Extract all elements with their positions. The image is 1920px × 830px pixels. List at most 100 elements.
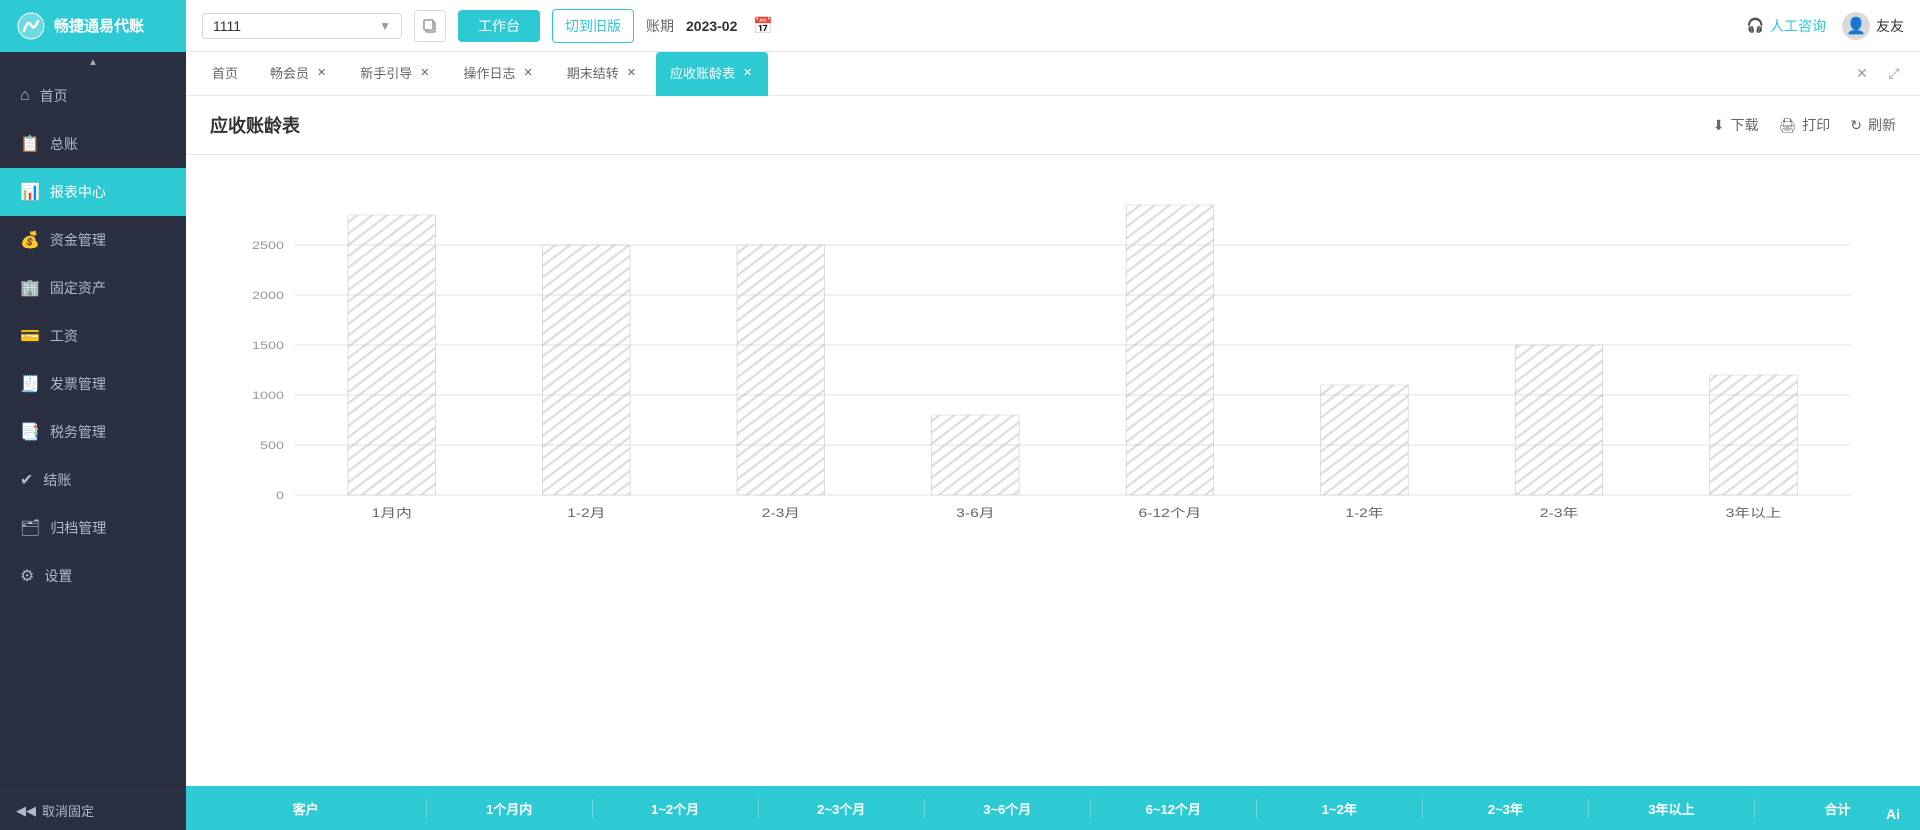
sidebar-item-首页[interactable]: ⌂ 首页 [0, 72, 186, 120]
chart-container: 05001000150020002500 1月内1-2月2-3月3-6月6-12… [186, 155, 1920, 786]
sidebar-icon: 📑 [20, 422, 40, 442]
svg-text:0: 0 [276, 489, 284, 502]
cancel-fixed-label: 取消固定 [42, 801, 94, 820]
svg-text:2-3月: 2-3月 [762, 506, 800, 520]
tab-label: 应收账龄表 [670, 63, 735, 82]
svg-text:3-6月: 3-6月 [956, 506, 994, 520]
consult-button[interactable]: 🎧 人工咨询 [1747, 16, 1826, 36]
ai-badge[interactable]: Ai [1866, 798, 1920, 830]
copy-button[interactable] [414, 10, 446, 42]
sidebar-icon: 🗂 [20, 518, 40, 538]
svg-text:1-2月: 1-2月 [567, 506, 605, 520]
bar-chart: 05001000150020002500 1月内1-2月2-3月3-6月6-12… [216, 175, 1890, 555]
print-button[interactable]: 🖨 打印 [1778, 115, 1830, 135]
expand-tab-button[interactable]: ⤢ [1880, 60, 1908, 88]
workbench-button[interactable]: 工作台 [458, 10, 540, 42]
tab-首页[interactable]: 首页 [198, 52, 252, 96]
content-area: 首页畅会员✕ 新手引导 ✕ 操作日志 ✕ 期末结转 ✕ 应收账龄表 ✕ ✕ ⤢ 应收账龄表 ⬇ … [186, 52, 1920, 830]
sidebar-item-发票管理[interactable]: 🧾 发票管理 [0, 360, 186, 408]
sidebar-icon: 📋 [20, 134, 40, 154]
tabs-right: ✕ ⤢ [1848, 60, 1908, 88]
tab-畅会员[interactable]: 畅会员✕ [256, 52, 342, 96]
tab-close-icon[interactable]: ✕ [418, 66, 431, 79]
page-content: 应收账龄表 ⬇ 下载 🖨 打印 ↻ 刷新 [186, 96, 1920, 830]
tab-label: 期末结转 [567, 63, 619, 82]
sidebar-item-固定资产[interactable]: 🏢 固定资产 [0, 264, 186, 312]
print-label: 打印 [1802, 115, 1830, 135]
th-3~6个月: 3~6个月 [925, 799, 1091, 818]
svg-text:6-12个月: 6-12个月 [1139, 506, 1202, 520]
period-value: 2023-02 [686, 18, 737, 34]
tab-close-icon[interactable]: ✕ [522, 66, 535, 79]
download-icon: ⬇ [1713, 117, 1725, 134]
sidebar-label: 归档管理 [50, 518, 106, 538]
headset-icon: 🎧 [1747, 17, 1764, 34]
sidebar-item-工资[interactable]: 💳工资 [0, 312, 186, 360]
sidebar-item-报表中心[interactable]: 📊报表中心 [0, 168, 186, 216]
print-icon: 🖨 [1778, 117, 1796, 134]
sidebar-nav: ⌂ 首页 📋 总账 📊报表中心💰资金管理 🏢 固定资产 💳工资 🧾 发票管理 📑 税务管理 ✔结账 🗂 归档… [0, 72, 186, 600]
tab-label: 操作日志 [463, 63, 515, 82]
company-selector[interactable]: 1111 ▼ [202, 13, 402, 39]
calendar-icon[interactable]: 📅 [753, 16, 773, 36]
th-3年以上: 3年以上 [1589, 799, 1755, 818]
svg-text:1月内: 1月内 [372, 506, 412, 520]
period-label: 账期 [646, 16, 674, 36]
sidebar-icon: 🧾 [20, 374, 40, 394]
sidebar-icon: 🏢 [20, 278, 40, 298]
user-area[interactable]: 👤 友友 [1842, 12, 1904, 40]
sidebar-item-总账[interactable]: 📋 总账 [0, 120, 186, 168]
download-label: 下载 [1730, 115, 1758, 135]
sidebar-label: 资金管理 [50, 230, 106, 250]
tab-label: 首页 [212, 63, 238, 82]
sidebar-item-资金管理[interactable]: 💰资金管理 [0, 216, 186, 264]
refresh-button[interactable]: ↻ 刷新 [1850, 115, 1896, 135]
sidebar-item-结账[interactable]: ✔结账 [0, 456, 186, 504]
tab-close-icon[interactable]: ✕ [741, 66, 754, 79]
sidebar-item-归档管理[interactable]: 🗂 归档管理 [0, 504, 186, 552]
svg-text:2000: 2000 [252, 289, 284, 302]
tabs-bar: 首页畅会员✕ 新手引导 ✕ 操作日志 ✕ 期末结转 ✕ 应收账龄表 ✕ ✕ ⤢ [186, 52, 1920, 96]
sidebar-label: 税务管理 [50, 422, 106, 442]
table-header: 客户1个月内1~2个月2~3个月3~6个月6~12个月1~2年2~3年3年以上合… [186, 786, 1920, 830]
sidebar: ▲ ⌂首页📋总账📊报表中心💰资金管理🏢固定资产💳工资🧾发票管理📑税务管理✔结账🗂… [0, 52, 186, 830]
sidebar-label: 总账 [50, 134, 78, 154]
svg-text:2500: 2500 [252, 239, 284, 252]
logo-icon [16, 11, 46, 41]
company-name: 1111 [213, 18, 371, 34]
sidebar-scroll-up[interactable]: ▲ [0, 52, 186, 72]
svg-text:500: 500 [260, 439, 284, 452]
tab-期末结转[interactable]: 期末结转 ✕ [553, 52, 652, 96]
svg-text:1000: 1000 [252, 389, 284, 402]
sidebar-item-设置[interactable]: ⚙设置 [0, 552, 186, 600]
sidebar-label: 首页 [40, 86, 68, 106]
tab-应收账龄表[interactable]: 应收账龄表 ✕ [656, 52, 768, 96]
page-actions: ⬇ 下载 🖨 打印 ↻ 刷新 [1713, 115, 1896, 135]
th-1个月内: 1个月内 [427, 799, 593, 818]
sidebar-item-税务管理[interactable]: 📑 税务管理 [0, 408, 186, 456]
tab-close-icon[interactable]: ✕ [315, 66, 328, 79]
close-tab-button[interactable]: ✕ [1848, 60, 1876, 88]
switch-old-button[interactable]: 切到旧版 [552, 9, 634, 43]
svg-text:1-2年: 1-2年 [1345, 506, 1383, 520]
page-header: 应收账龄表 ⬇ 下载 🖨 打印 ↻ 刷新 [186, 96, 1920, 155]
th-2~3个月: 2~3个月 [759, 799, 925, 818]
sidebar-label: 发票管理 [50, 374, 106, 394]
cancel-fixed-button[interactable]: ◀◀ 取消固定 [0, 790, 186, 830]
sidebar-icon: ⌂ [20, 87, 30, 105]
tab-label: 新手引导 [360, 63, 412, 82]
avatar: 👤 [1842, 12, 1870, 40]
th-1~2个月: 1~2个月 [593, 799, 759, 818]
copy-icon [422, 18, 438, 34]
th-1~2年: 1~2年 [1257, 799, 1423, 818]
svg-text:2-3年: 2-3年 [1540, 506, 1578, 520]
sidebar-label: 结账 [43, 470, 71, 490]
sidebar-label: 固定资产 [50, 278, 106, 298]
page-title: 应收账龄表 [210, 112, 300, 138]
refresh-icon: ↻ [1850, 117, 1862, 134]
tab-close-icon[interactable]: ✕ [625, 66, 638, 79]
logo-area: 畅捷通易代账 [0, 0, 186, 52]
tab-新手引导[interactable]: 新手引导 ✕ [346, 52, 445, 96]
download-button[interactable]: ⬇ 下载 [1713, 115, 1759, 135]
tab-操作日志[interactable]: 操作日志 ✕ [449, 52, 548, 96]
